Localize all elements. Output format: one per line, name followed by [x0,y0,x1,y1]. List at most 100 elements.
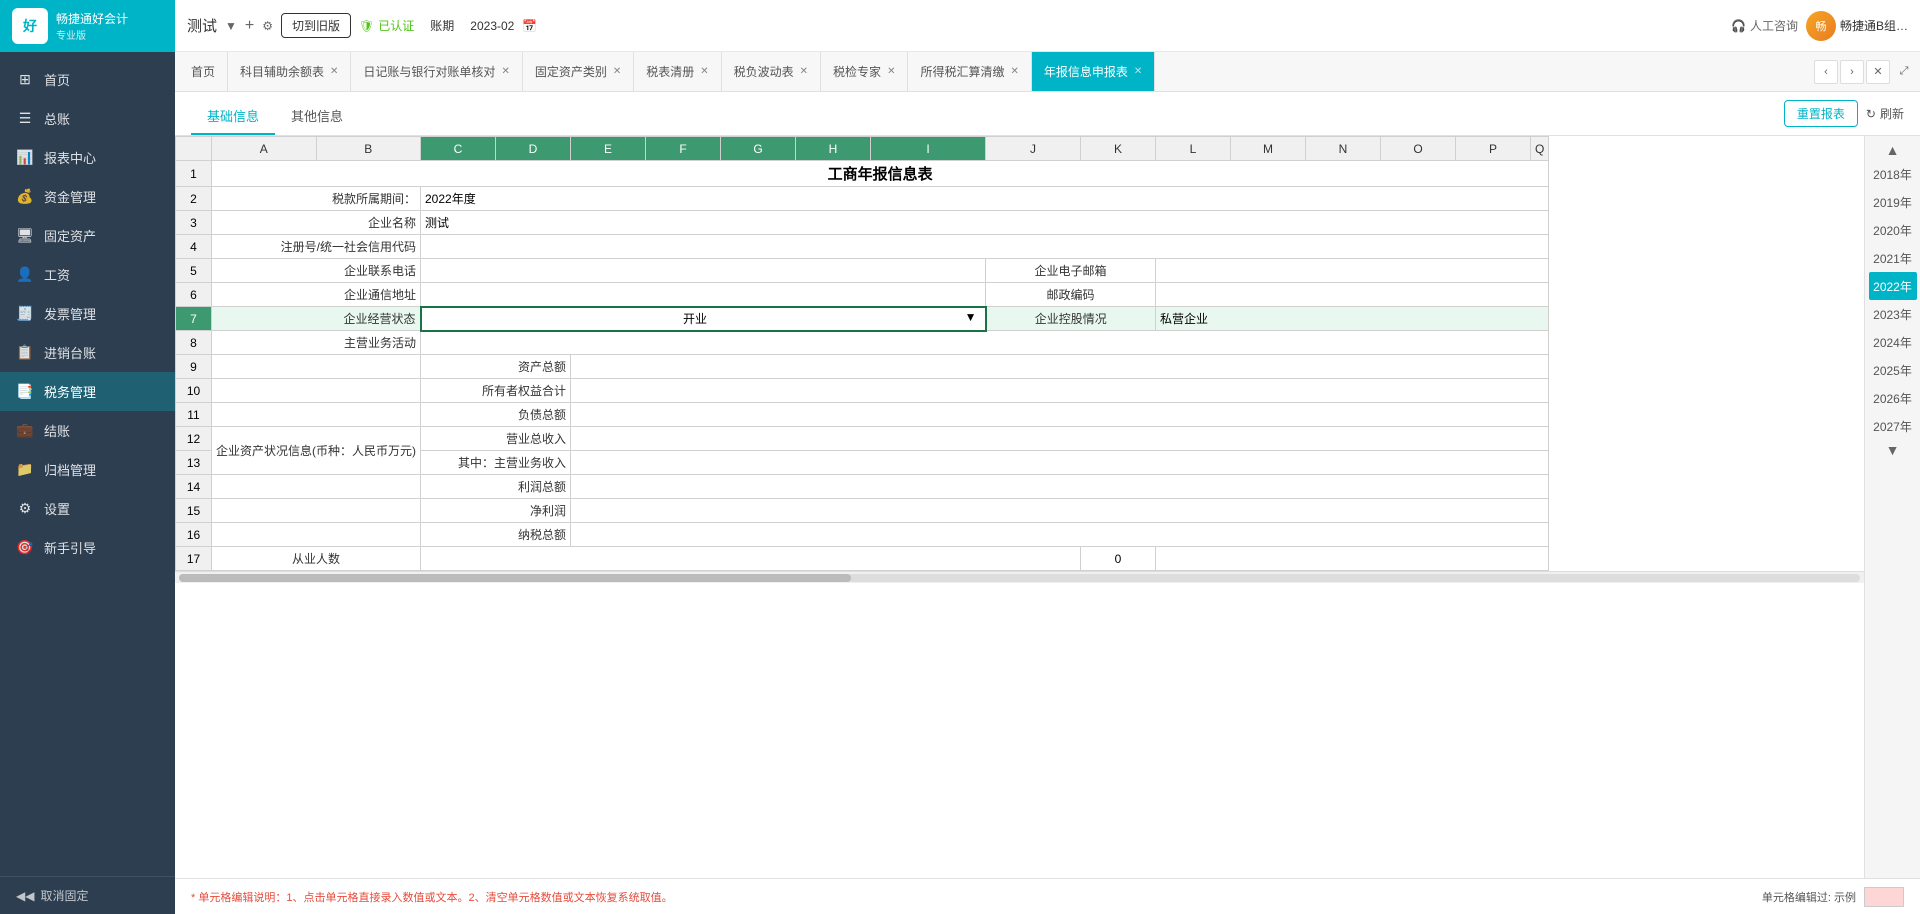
col-header-J[interactable]: J [986,137,1081,161]
sidebar-item-总账[interactable]: ☰总账 [0,99,175,138]
cell-status-dropdown[interactable]: 开业 ▼ [421,307,986,331]
cell-total-tax-value[interactable] [571,523,1549,547]
year-scroll-down[interactable]: ▼ [1877,440,1909,460]
year-item-2021年[interactable]: 2021年 [1869,244,1917,272]
sidebar-item-报表中心[interactable]: 📊报表中心 [0,138,175,177]
calendar-icon[interactable]: 📅 [522,19,537,33]
cell-total-debt-value[interactable] [571,403,1549,427]
cell-main-revenue-value[interactable] [571,451,1549,475]
reset-btn[interactable]: 重置报表 [1784,100,1858,127]
col-header-O[interactable]: O [1381,137,1456,161]
tab-close-btn[interactable]: ✕ [700,66,708,77]
subtab-basic[interactable]: 基础信息 [191,100,275,135]
cell-business-value[interactable] [421,331,1549,355]
year-item-2019年[interactable]: 2019年 [1869,188,1917,216]
cell-holding-value[interactable]: 私营企业 [1156,307,1549,331]
sidebar-item-发票管理[interactable]: 🧾发票管理 [0,294,175,333]
year-item-2025年[interactable]: 2025年 [1869,356,1917,384]
user-btn[interactable]: 畅 畅捷通B组… [1806,11,1908,41]
cell-address-value[interactable] [421,283,986,307]
col-header-E[interactable]: E [571,137,646,161]
sidebar-item-首页[interactable]: ⊞首页 [0,60,175,99]
col-header-H[interactable]: H [796,137,871,161]
sidebar-item-归档管理[interactable]: 📁归档管理 [0,450,175,489]
old-version-btn[interactable]: 切到旧版 [281,13,351,38]
cell-period-value[interactable]: 2022年度 [421,187,1549,211]
col-header-N[interactable]: N [1306,137,1381,161]
col-header-I[interactable]: I [871,137,986,161]
col-header-K[interactable]: K [1081,137,1156,161]
topbar-add-btn[interactable]: + [245,17,254,35]
tab-close-btn[interactable]: ✕ [800,66,808,77]
topbar-settings-btn[interactable]: ⚙ [262,19,273,33]
col-header-C[interactable]: C [421,137,496,161]
tab-7[interactable]: 所得税汇算清缴✕ [908,52,1031,92]
col-header-L[interactable]: L [1156,137,1231,161]
sidebar-item-设置[interactable]: ⚙设置 [0,489,175,528]
cell-phone-value[interactable] [421,259,986,283]
sidebar-item-进销台账[interactable]: 📋进销台账 [0,333,175,372]
sidebar-unpin-btn[interactable]: ◀◀ 取消固定 [0,876,175,914]
cell-net-profit-value[interactable] [571,499,1549,523]
sidebar-item-税务管理[interactable]: 📑税务管理 [0,372,175,411]
subtab-other[interactable]: 其他信息 [275,100,359,135]
tab-close-btn[interactable]: ✕ [501,66,509,77]
cell-company-value[interactable]: 测试 [421,211,1549,235]
tab-close-btn[interactable]: ✕ [887,66,895,77]
tab-2[interactable]: 日记账与银行对账单核对 ✕ [351,52,522,92]
col-header-M[interactable]: M [1231,137,1306,161]
tab-6[interactable]: 税检专家✕ [821,52,908,92]
tab-next-btn[interactable]: › [1840,60,1864,84]
tab-label: 日记账与银行对账单核对 [363,63,495,80]
tab-maximize-btn[interactable]: ⤢ [1892,60,1916,84]
tab-close-btn[interactable]: ✕ [1010,66,1018,77]
cell-total-assets-value[interactable] [571,355,1549,379]
tab-5[interactable]: 税负波动表✕ [722,52,821,92]
tab-8[interactable]: 年报信息申报表✕ [1032,52,1155,92]
service-btn[interactable]: 🎧 人工咨询 [1731,17,1798,34]
cell-equity-value[interactable] [571,379,1549,403]
sidebar-item-结账[interactable]: 💼结账 [0,411,175,450]
tab-close-btn[interactable]: ✕ [330,66,338,77]
year-item-2023年[interactable]: 2023年 [1869,300,1917,328]
refresh-btn[interactable]: ↻ 刷新 [1866,105,1904,122]
tab-3[interactable]: 固定资产类别✕ [523,52,634,92]
cell-postcode-value[interactable] [1156,283,1549,307]
year-item-2018年[interactable]: 2018年 [1869,160,1917,188]
col-header-Q[interactable]: Q [1531,137,1549,161]
cell-employees-value[interactable]: 0 [1081,547,1156,571]
col-header-B[interactable]: B [316,137,421,161]
year-item-2026年[interactable]: 2026年 [1869,384,1917,412]
cell-regnum-value[interactable] [421,235,1549,259]
label-total-tax: 纳税总额 [421,523,571,547]
col-header-F[interactable]: F [646,137,721,161]
tab-0[interactable]: 首页 [179,52,228,92]
sidebar-item-固定资产[interactable]: 🖥固定资产 [0,216,175,255]
hscroll-area[interactable] [175,571,1864,583]
year-item-2024年[interactable]: 2024年 [1869,328,1917,356]
cell-total-profit-value[interactable] [571,475,1549,499]
tab-prev-btn[interactable]: ‹ [1814,60,1838,84]
col-header-A[interactable]: A [212,137,317,161]
sidebar-item-工资[interactable]: 👤工资 [0,255,175,294]
cell-revenue-value[interactable] [571,427,1549,451]
tab-close-btn[interactable]: ✕ [613,66,621,77]
cell-email-value[interactable] [1156,259,1549,283]
col-header-D[interactable]: D [496,137,571,161]
topbar-dropdown-btn[interactable]: ▼ [225,19,237,33]
tab-4[interactable]: 税表清册✕ [634,52,721,92]
sidebar-item-新手引导[interactable]: 🎯新手引导 [0,528,175,567]
table-row: 11 负债总额 [176,403,1549,427]
tab-close-all-btn[interactable]: ✕ [1866,60,1890,84]
cell-employees-empty[interactable] [421,547,1081,571]
certified-label: 已认证 [378,17,414,34]
col-header-P[interactable]: P [1456,137,1531,161]
year-item-2020年[interactable]: 2020年 [1869,216,1917,244]
year-item-2027年[interactable]: 2027年 [1869,412,1917,440]
col-header-G[interactable]: G [721,137,796,161]
year-scroll-up[interactable]: ▲ [1877,140,1909,160]
sidebar-item-资金管理[interactable]: 💰资金管理 [0,177,175,216]
tab-1[interactable]: 科目辅助余额表✕ [228,52,351,92]
tab-close-btn[interactable]: ✕ [1134,66,1142,77]
year-item-2022年[interactable]: 2022年 [1869,272,1917,300]
